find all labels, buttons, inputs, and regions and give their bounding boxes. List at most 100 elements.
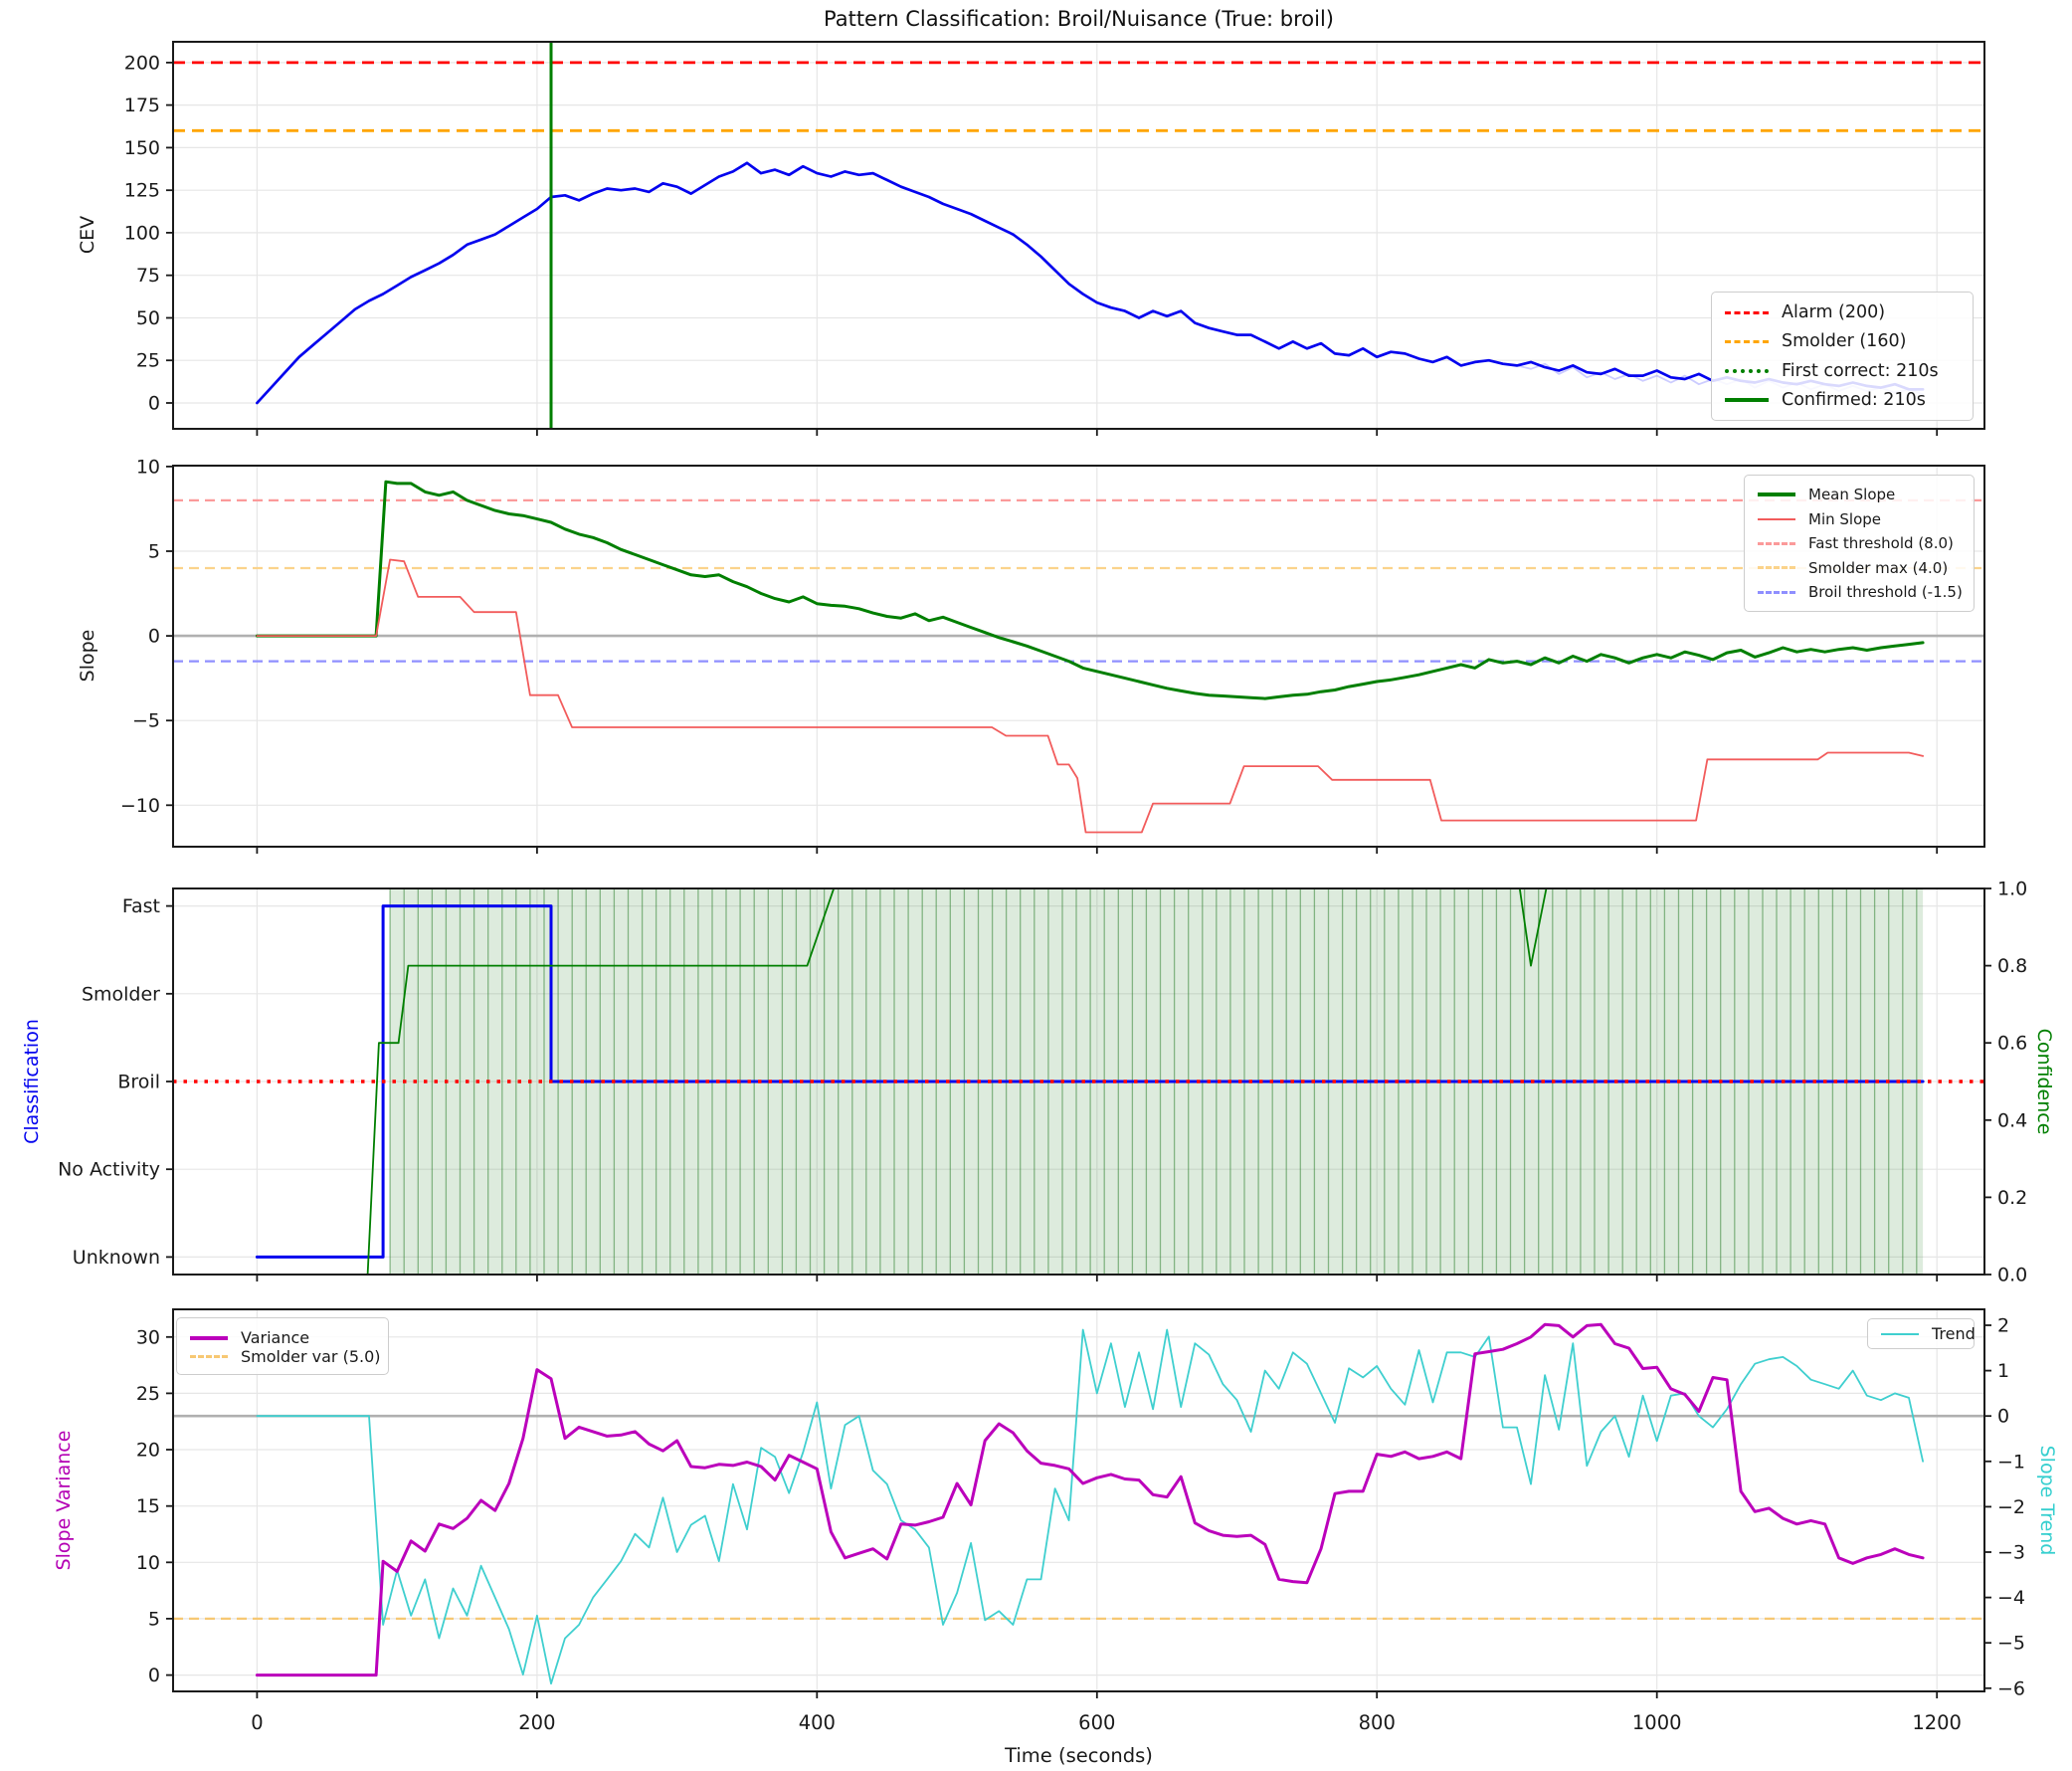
legend-label: Mean Slope: [1808, 486, 1896, 503]
legend-trend-panel: Trend: [1867, 1318, 1976, 1349]
panel-variance: 051015202530−6−5−4−3−2−10120 200 400 600 800…: [136, 1308, 2025, 1734]
tick-label: 2: [1997, 1314, 2009, 1336]
legend-item: Fast threshold (8.0): [1758, 534, 1961, 552]
tick-label: −10: [120, 795, 160, 817]
legend-item: Alarm (200): [1725, 302, 1960, 322]
figure-title: Pattern Classification: Broil/Nuisance (…: [824, 7, 1334, 31]
tick-label: 1.0: [1997, 879, 2027, 900]
tick-label: 5: [148, 540, 160, 562]
tick-label: −1: [1997, 1451, 2025, 1473]
tick-label: Broil: [117, 1072, 160, 1093]
legend-item: Min Slope: [1758, 510, 1961, 528]
legend-label: Smolder (160): [1782, 331, 1907, 352]
alarm-line-swatch-icon: [1725, 310, 1769, 314]
tick-label: 100: [124, 222, 160, 244]
legend-item: First correct: 210s: [1725, 361, 1960, 381]
tick-label: 20: [136, 1440, 160, 1462]
tick-label: 1: [1997, 1360, 2009, 1382]
tick-label: 800: [1359, 1711, 1396, 1734]
legend-variance-panel: Variance Smolder var (5.0): [176, 1317, 389, 1375]
tick-label: 10: [136, 1552, 160, 1574]
tick-label: 1000: [1632, 1711, 1682, 1734]
legend-item: Trend: [1881, 1324, 1976, 1343]
tick-label: 25: [136, 350, 160, 372]
legend-item: Mean Slope: [1758, 486, 1961, 503]
tick-label: 0: [148, 626, 160, 648]
y-axis-label-confidence: Confidence: [2033, 1028, 2055, 1135]
tick-label: 600: [1078, 1711, 1115, 1734]
confirmed-swatch-icon: [1725, 397, 1769, 402]
tick-label: Unknown: [73, 1247, 160, 1269]
x-axis-label: Time (seconds): [1005, 1744, 1153, 1767]
series-min-slope: [256, 558, 1924, 834]
smolder-line-swatch-icon: [1725, 339, 1769, 343]
legend-item: Broil threshold (-1.5): [1758, 583, 1963, 601]
chart-canvas: 0255075100125150175200−10−50510UnknownNo…: [58, 41, 2027, 1734]
tick-label: 125: [124, 180, 160, 202]
min-slope-swatch-icon: [1758, 517, 1795, 520]
legend-label: Smolder max (4.0): [1808, 558, 1949, 577]
tick-label: 0.2: [1997, 1187, 2027, 1209]
variance-swatch-icon: [190, 1335, 228, 1340]
tick-label: −5: [132, 710, 160, 732]
y-axis-label-slope-variance: Slope Variance: [53, 1430, 75, 1571]
y-axis-label-slope-trend: Slope Trend: [2036, 1445, 2058, 1556]
tick-label: 75: [136, 265, 160, 287]
legend-label: Trend: [1932, 1324, 1976, 1343]
broil-threshold-swatch-icon: [1758, 590, 1795, 594]
tick-label: No Activity: [58, 1159, 160, 1181]
legend-slope-panel: Mean Slope Min Slope Fast threshold (8.0…: [1744, 475, 1975, 612]
tick-label: 0: [148, 392, 160, 414]
series-cev: [256, 161, 1925, 405]
tick-label: Smolder: [82, 983, 160, 1005]
legend-label: Min Slope: [1808, 509, 1882, 528]
y-axis-label-cev: CEV: [77, 215, 98, 255]
tick-label: Fast: [122, 895, 160, 917]
tick-label: −6: [1997, 1677, 2025, 1699]
tick-label: 0.4: [1997, 1109, 2027, 1131]
panel-slope: −10 −5 0 5 10: [120, 456, 1985, 854]
tick-label: 200: [124, 52, 160, 74]
tick-label: 1200: [1912, 1711, 1962, 1734]
series-mean-slope: [255, 480, 1925, 700]
tick-label: −5: [1997, 1633, 2025, 1655]
legend-cev-panel: Alarm (200) Smolder (160) First correct:…: [1711, 292, 1974, 421]
tick-label: −2: [1997, 1496, 2025, 1518]
tick-label: 0: [251, 1711, 263, 1734]
tick-label: 150: [124, 137, 160, 159]
legend-label: Fast threshold (8.0): [1808, 534, 1954, 552]
tick-label: 25: [136, 1383, 160, 1405]
y-axis-label-slope: Slope: [77, 629, 98, 683]
figure: { "chart_data": { "type": "line", "title…: [0, 0, 2072, 1771]
tick-label: −3: [1997, 1541, 2025, 1563]
legend-item: Variance: [190, 1328, 375, 1347]
tick-label: 30: [136, 1326, 160, 1348]
tick-label: 0.8: [1997, 955, 2027, 977]
smolder-max-swatch-icon: [1758, 566, 1795, 569]
tick-label: 15: [136, 1495, 160, 1517]
panel-cev: 0 25 50 75 100 125 150 175 200: [124, 41, 1985, 436]
tick-label: 50: [136, 307, 160, 329]
legend-item: Smolder (160): [1725, 331, 1960, 351]
legend-item: Smolder var (5.0): [190, 1347, 381, 1366]
tick-label: 0.0: [1997, 1265, 2027, 1286]
tick-label: 5: [148, 1608, 160, 1630]
smolder-var-swatch-icon: [190, 1355, 228, 1358]
fast-threshold-swatch-icon: [1758, 541, 1795, 545]
legend-item: Smolder max (4.0): [1758, 559, 1961, 577]
tick-label: 175: [124, 95, 160, 116]
panel-classification: Unknown No Activity Broil Smolder Fast 0.0 0.2…: [58, 879, 2027, 1286]
tick-label: 0.6: [1997, 1033, 2027, 1055]
legend-label: Variance: [241, 1328, 310, 1347]
trend-swatch-icon: [1881, 1332, 1919, 1335]
legend-label: First correct: 210s: [1782, 360, 1939, 381]
tick-label: 0: [1997, 1406, 2009, 1428]
series-trend: [256, 1328, 1924, 1685]
legend-label: Smolder var (5.0): [241, 1347, 381, 1366]
first-correct-swatch-icon: [1725, 368, 1769, 373]
legend-item: Confirmed: 210s: [1725, 390, 1960, 410]
tick-label: 200: [518, 1711, 555, 1734]
y-axis-label-classification: Classification: [21, 1019, 43, 1144]
legend-label: Confirmed: 210s: [1782, 389, 1926, 410]
legend-label: Broil threshold (-1.5): [1808, 583, 1963, 601]
